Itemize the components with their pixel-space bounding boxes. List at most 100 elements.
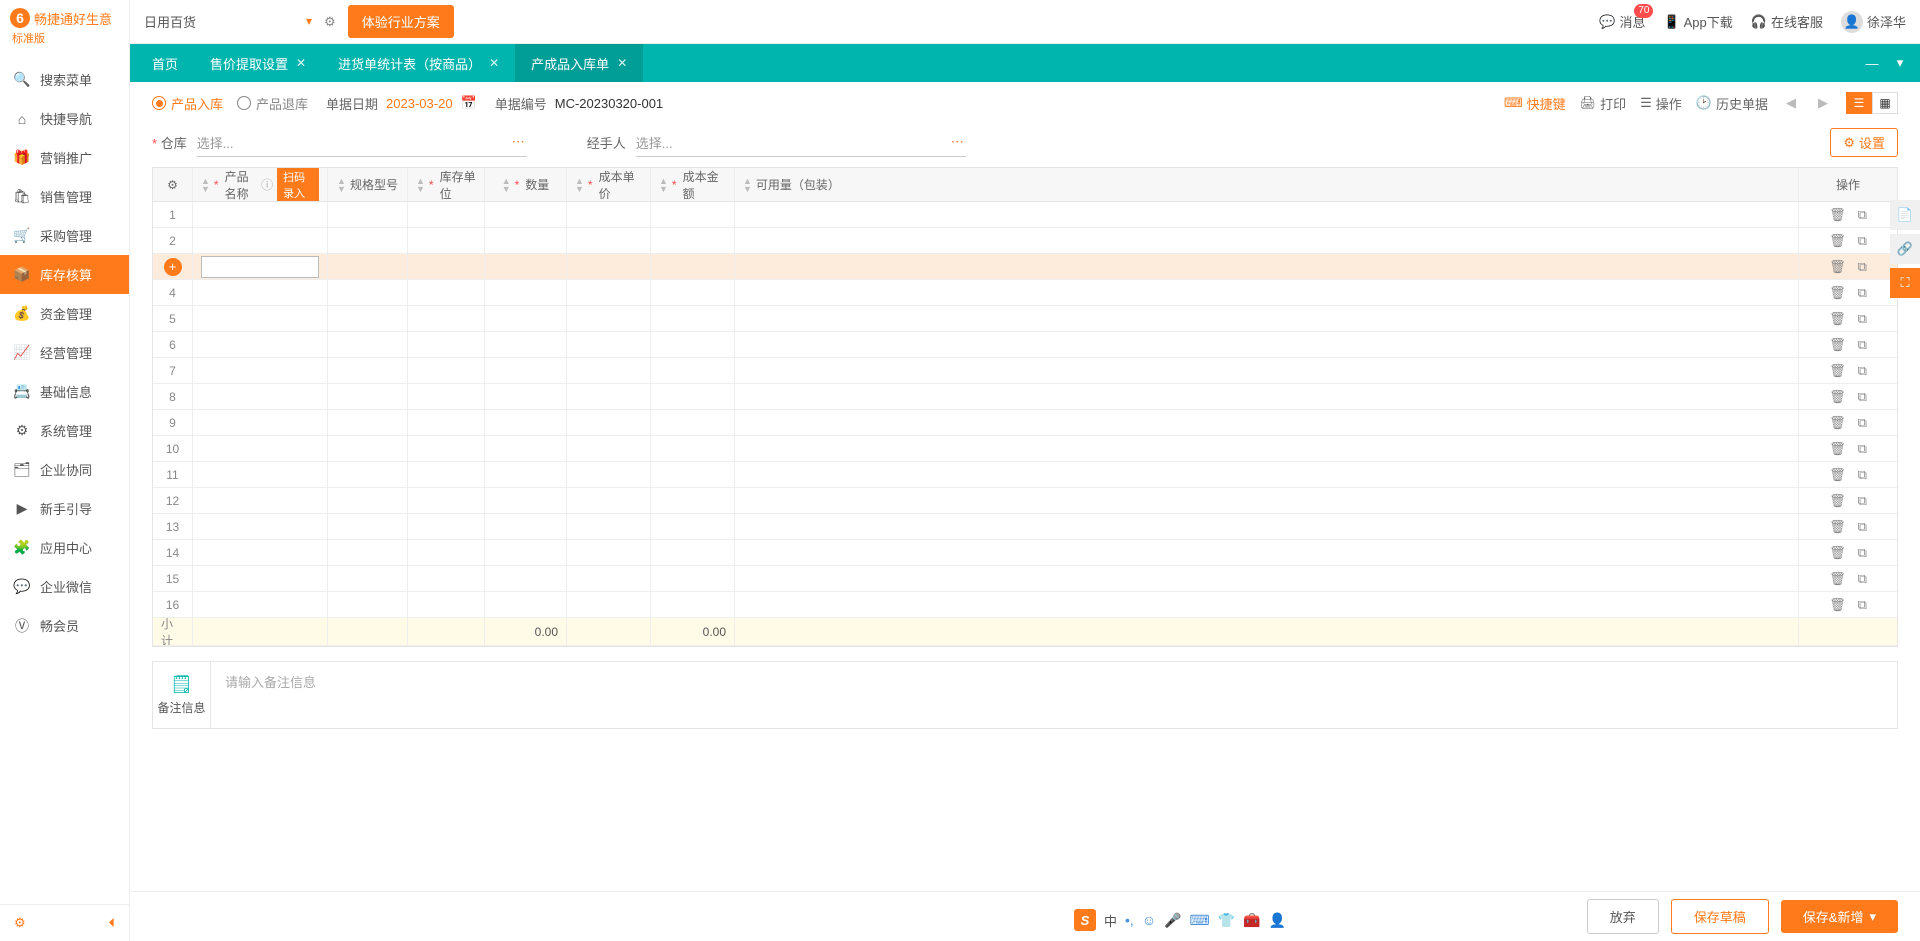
table-row[interactable]: +🗑⧉ xyxy=(153,254,1897,280)
ime-punct-icon[interactable]: •, xyxy=(1125,912,1134,928)
sidebar-item[interactable]: 💬企业微信 xyxy=(0,567,129,606)
close-icon[interactable]: ✕ xyxy=(489,56,499,70)
sidebar-item[interactable]: 🛍销售管理 xyxy=(0,177,129,216)
col-qty[interactable]: ▲▼*数量 xyxy=(485,168,567,201)
prev-doc-icon[interactable]: ◀ xyxy=(1782,95,1800,111)
ime-skin-icon[interactable]: 👕 xyxy=(1218,912,1235,929)
discard-button[interactable]: 放弃 xyxy=(1587,899,1659,934)
copy-icon[interactable]: ⧉ xyxy=(1858,493,1867,509)
tabs-minimize-icon[interactable]: — xyxy=(1860,56,1884,71)
view-list-icon[interactable]: ☰ xyxy=(1846,92,1872,114)
view-card-icon[interactable]: ▦ xyxy=(1872,92,1898,114)
sidebar-item[interactable]: 🎁营销推广 xyxy=(0,138,129,177)
copy-icon[interactable]: ⧉ xyxy=(1858,441,1867,457)
date-field[interactable]: 单据日期 2023-03-20 📅 xyxy=(326,94,477,113)
copy-icon[interactable]: ⧉ xyxy=(1858,597,1867,613)
messages-link[interactable]: 💬 消息 70 xyxy=(1599,12,1645,31)
copy-icon[interactable]: ⧉ xyxy=(1858,233,1867,249)
column-settings[interactable]: ⚙ xyxy=(153,168,193,201)
ime-voice-icon[interactable]: 🎤 xyxy=(1164,912,1181,929)
copy-icon[interactable]: ⧉ xyxy=(1858,519,1867,535)
sidebar-item[interactable]: 🔍搜索菜单 xyxy=(0,60,129,99)
history-button[interactable]: 🕑 历史单据 xyxy=(1696,94,1768,113)
sidebar-item[interactable]: Ⓥ畅会员 xyxy=(0,606,129,645)
delete-icon[interactable]: 🗑 xyxy=(1829,519,1846,535)
ime-lang[interactable]: 中 xyxy=(1104,911,1117,930)
table-row[interactable]: 5🗑⧉ xyxy=(153,306,1897,332)
delete-icon[interactable]: 🗑 xyxy=(1829,571,1846,587)
copy-icon[interactable]: ⧉ xyxy=(1858,545,1867,561)
copy-icon[interactable]: ⧉ xyxy=(1858,285,1867,301)
sidebar-item[interactable]: 🛒采购管理 xyxy=(0,216,129,255)
sidebar-item[interactable]: 📦库存核算 xyxy=(0,255,129,294)
delete-icon[interactable]: 🗑 xyxy=(1829,285,1846,301)
sidebar-item[interactable]: 🗂企业协同 xyxy=(0,450,129,489)
handler-select[interactable]: 选择... ⋯ xyxy=(636,129,966,157)
sidebar-item[interactable]: ⚙系统管理 xyxy=(0,411,129,450)
copy-icon[interactable]: ⧉ xyxy=(1858,311,1867,327)
table-row[interactable]: 7🗑⧉ xyxy=(153,358,1897,384)
copy-icon[interactable]: ⧉ xyxy=(1858,363,1867,379)
ime-keyboard-icon[interactable]: ⌨ xyxy=(1190,912,1210,929)
table-row[interactable]: 2🗑⧉ xyxy=(153,228,1897,254)
warehouse-select[interactable]: 选择... ⋯ xyxy=(197,129,527,157)
sidebar-item[interactable]: 📈经营管理 xyxy=(0,333,129,372)
support-link[interactable]: 🎧 在线客服 xyxy=(1751,12,1823,31)
strip-link-icon[interactable]: 🔗 xyxy=(1890,234,1920,264)
ime-user-icon[interactable]: 👤 xyxy=(1269,912,1286,929)
sidebar-item[interactable]: 💰资金管理 xyxy=(0,294,129,333)
save-draft-button[interactable]: 保存草稿 xyxy=(1671,899,1769,934)
delete-icon[interactable]: 🗑 xyxy=(1829,259,1846,275)
col-amount[interactable]: ▲▼*成本金额 xyxy=(651,168,735,201)
copy-icon[interactable]: ⧉ xyxy=(1858,415,1867,431)
app-download-link[interactable]: 📱 App下载 xyxy=(1663,12,1732,31)
save-new-button[interactable]: 保存&新增 ▾ xyxy=(1781,900,1898,933)
cta-button[interactable]: 体验行业方案 xyxy=(348,5,454,38)
operate-button[interactable]: ☰ 操作 xyxy=(1640,94,1682,113)
tab[interactable]: 首页 xyxy=(136,44,194,82)
radio-product-in[interactable]: 产品入库 xyxy=(152,94,223,113)
delete-icon[interactable]: 🗑 xyxy=(1829,415,1846,431)
table-row[interactable]: 8🗑⧉ xyxy=(153,384,1897,410)
footer-collapse-icon[interactable]: ⏴ xyxy=(109,915,116,931)
table-row[interactable]: 9🗑⧉ xyxy=(153,410,1897,436)
ime-emoji-icon[interactable]: ☺ xyxy=(1142,912,1156,928)
tab[interactable]: 售价提取设置✕ xyxy=(194,44,322,82)
table-row[interactable]: 1🗑⧉ xyxy=(153,202,1897,228)
table-row[interactable]: 12🗑⧉ xyxy=(153,488,1897,514)
sidebar-item[interactable]: 📇基础信息 xyxy=(0,372,129,411)
copy-icon[interactable]: ⧉ xyxy=(1858,467,1867,483)
table-row[interactable]: 4🗑⧉ xyxy=(153,280,1897,306)
table-row[interactable]: 15🗑⧉ xyxy=(153,566,1897,592)
col-spec[interactable]: ▲▼规格型号 xyxy=(328,168,408,201)
next-doc-icon[interactable]: ▶ xyxy=(1814,95,1832,111)
col-unit[interactable]: ▲▼*库存单位 xyxy=(408,168,485,201)
copy-icon[interactable]: ⧉ xyxy=(1858,259,1867,275)
table-row[interactable]: 11🗑⧉ xyxy=(153,462,1897,488)
user-menu[interactable]: 👤 徐泽华 xyxy=(1841,11,1906,33)
remark-input[interactable]: 请输入备注信息 xyxy=(211,662,1897,728)
scan-entry-button[interactable]: 扫码录入 xyxy=(277,168,319,201)
delete-icon[interactable]: 🗑 xyxy=(1829,389,1846,405)
ime-toolbox-icon[interactable]: 🧰 xyxy=(1243,912,1260,929)
table-row[interactable]: 10🗑⧉ xyxy=(153,436,1897,462)
tabs-more-icon[interactable]: ▾ xyxy=(1888,55,1912,71)
copy-icon[interactable]: ⧉ xyxy=(1858,337,1867,353)
col-product-name[interactable]: ▲▼*产品名称ⓘ扫码录入 xyxy=(193,168,328,201)
copy-icon[interactable]: ⧉ xyxy=(1858,207,1867,223)
table-row[interactable]: 13🗑⧉ xyxy=(153,514,1897,540)
delete-icon[interactable]: 🗑 xyxy=(1829,207,1846,223)
delete-icon[interactable]: 🗑 xyxy=(1829,545,1846,561)
close-icon[interactable]: ✕ xyxy=(296,56,306,70)
tab[interactable]: 产成品入库单✕ xyxy=(515,44,643,82)
category-settings-icon[interactable]: ⚙ xyxy=(324,14,336,30)
delete-icon[interactable]: 🗑 xyxy=(1829,493,1846,509)
col-price[interactable]: ▲▼*成本单价 xyxy=(567,168,651,201)
table-row[interactable]: 16🗑⧉ xyxy=(153,592,1897,618)
table-row[interactable]: 6🗑⧉ xyxy=(153,332,1897,358)
close-icon[interactable]: ✕ xyxy=(617,56,627,70)
tab[interactable]: 进货单统计表（按商品）✕ xyxy=(322,44,515,82)
sidebar-item[interactable]: ▶新手引导 xyxy=(0,489,129,528)
delete-icon[interactable]: 🗑 xyxy=(1829,233,1846,249)
category-dropdown[interactable]: 日用百货 ▾ xyxy=(144,12,312,32)
